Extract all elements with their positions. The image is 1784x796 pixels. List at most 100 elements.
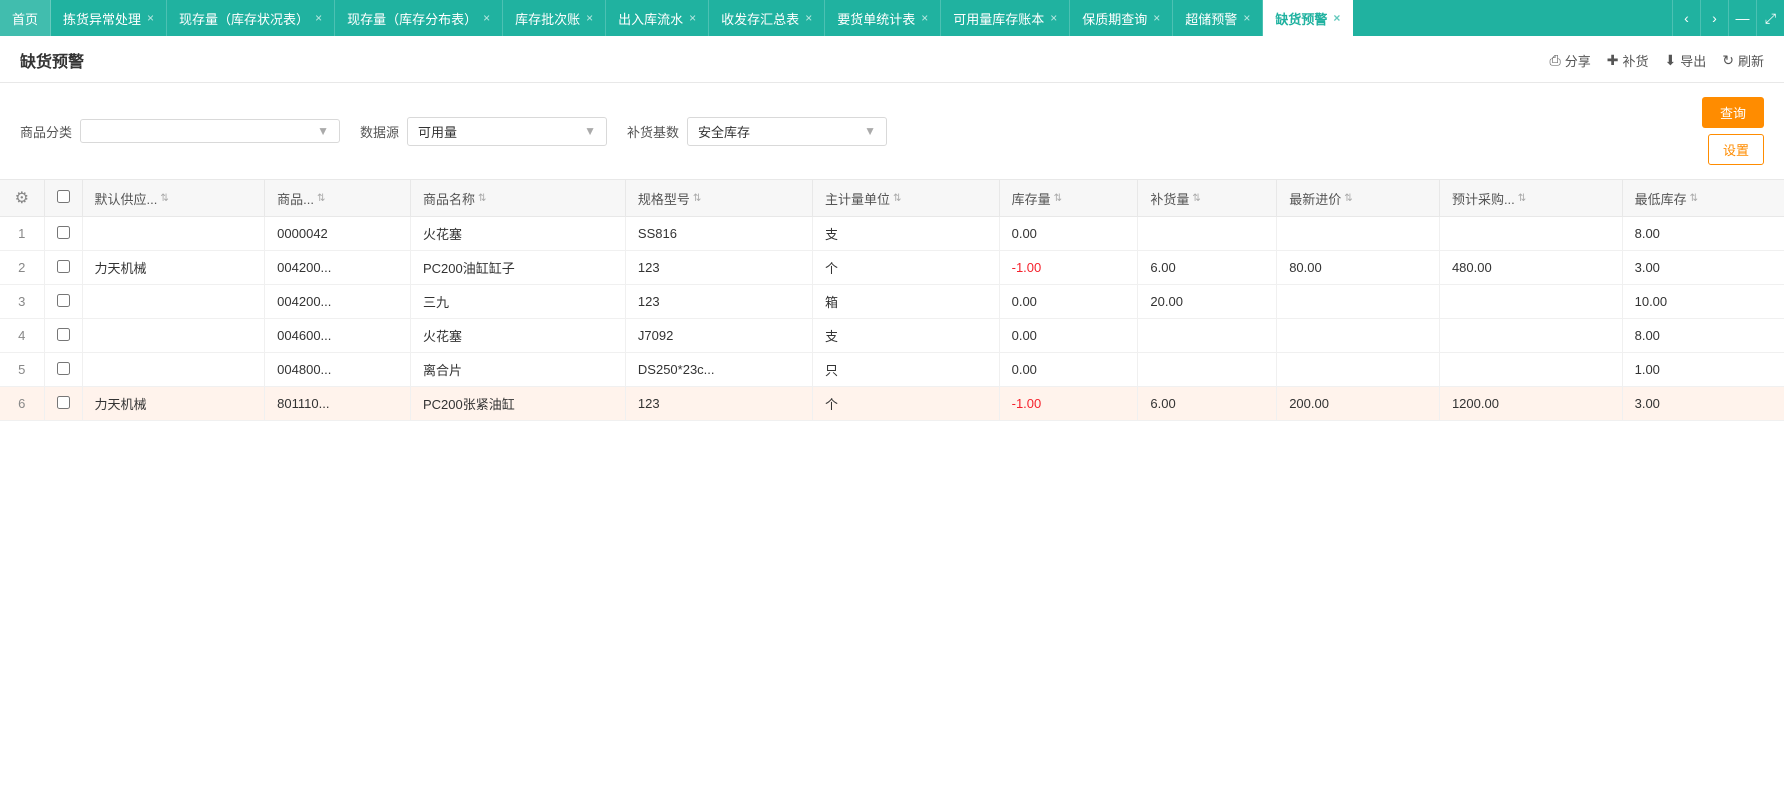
row-supplier-5 xyxy=(82,353,265,387)
page-title: 缺货预警 xyxy=(20,48,1550,72)
datasource-select[interactable]: 可用量 ▼ xyxy=(407,117,607,146)
row-replenish-qty-1 xyxy=(1138,217,1277,251)
tab-expiry-query[interactable]: 保质期查询 × xyxy=(1070,0,1173,36)
col-spec-header[interactable]: 规格型号 ⇅ xyxy=(625,180,812,217)
tab-batch-account[interactable]: 库存批次账 × xyxy=(503,0,606,36)
row-spec-4: J7092 xyxy=(625,319,812,353)
row-num-1: 1 xyxy=(0,217,44,251)
row-min-stock-2: 3.00 xyxy=(1622,251,1784,285)
row-latest-price-4 xyxy=(1277,319,1440,353)
table-row: 1 0000042 火花塞 SS816 支 0.00 8.00 xyxy=(0,217,1784,251)
row-supplier-1 xyxy=(82,217,265,251)
filter-right-actions: 查询 设置 xyxy=(1702,97,1764,165)
close-tab-overstock[interactable]: × xyxy=(1243,11,1250,25)
close-tab-exception[interactable]: × xyxy=(147,11,154,25)
close-tab-stock-dist[interactable]: × xyxy=(483,11,490,25)
tab-inout-flow[interactable]: 出入库流水 × xyxy=(606,0,709,36)
close-tab-inout-flow[interactable]: × xyxy=(689,11,696,25)
row-min-stock-3: 10.00 xyxy=(1622,285,1784,319)
tab-shortage[interactable]: 缺货预警 × xyxy=(1263,0,1353,36)
row-spec-1: SS816 xyxy=(625,217,812,251)
share-button[interactable]: ⎙ 分享 xyxy=(1550,51,1591,70)
row-est-purchase-3 xyxy=(1439,285,1622,319)
settings-button[interactable]: 设置 xyxy=(1708,134,1764,165)
table-header-row: ⚙ 默认供应... ⇅ 商品... ⇅ xyxy=(0,180,1784,217)
row-unit-4: 支 xyxy=(812,319,999,353)
close-tab-available-ledger[interactable]: × xyxy=(1050,11,1057,25)
col-product-code-header[interactable]: 商品... ⇅ xyxy=(265,180,411,217)
col-product-name-header[interactable]: 商品名称 ⇅ xyxy=(411,180,626,217)
tab-expand[interactable]: ⤢ xyxy=(1756,0,1784,36)
row-select-3[interactable] xyxy=(57,294,70,307)
category-dropdown-arrow: ▼ xyxy=(317,124,329,138)
col-checkbox-header xyxy=(44,180,82,217)
select-all-checkbox[interactable] xyxy=(57,190,70,203)
col-unit-header[interactable]: 主计量单位 ⇅ xyxy=(812,180,999,217)
refresh-button[interactable]: ↻ 刷新 xyxy=(1722,51,1764,70)
row-spec-6: 123 xyxy=(625,387,812,421)
row-select-5[interactable] xyxy=(57,362,70,375)
row-min-stock-4: 8.00 xyxy=(1622,319,1784,353)
col-latest-price-header[interactable]: 最新进价 ⇅ xyxy=(1277,180,1440,217)
row-select-1[interactable] xyxy=(57,226,70,239)
row-replenish-qty-2: 6.00 xyxy=(1138,251,1277,285)
close-tab-batch-account[interactable]: × xyxy=(586,11,593,25)
row-est-purchase-6: 1200.00 xyxy=(1439,387,1622,421)
datasource-label: 数据源 xyxy=(360,122,399,141)
tab-minimize[interactable]: — xyxy=(1728,0,1756,36)
col-supplier-header[interactable]: 默认供应... ⇅ xyxy=(82,180,265,217)
row-latest-price-2: 80.00 xyxy=(1277,251,1440,285)
close-tab-receive-summary[interactable]: × xyxy=(805,11,812,25)
tab-available-ledger[interactable]: 可用量库存账本 × xyxy=(941,0,1070,36)
row-product-name-1: 火花塞 xyxy=(411,217,626,251)
row-select-4[interactable] xyxy=(57,328,70,341)
row-replenish-qty-6: 6.00 xyxy=(1138,387,1277,421)
tab-scroll-left[interactable]: ‹ xyxy=(1672,0,1700,36)
close-tab-stock-status[interactable]: × xyxy=(315,11,322,25)
tab-nav-buttons: ‹ › — ⤢ xyxy=(1672,0,1784,36)
unit-sort-icon: ⇅ xyxy=(893,193,901,204)
datasource-filter-group: 数据源 可用量 ▼ xyxy=(360,117,607,146)
row-unit-2: 个 xyxy=(812,251,999,285)
col-est-purchase-header[interactable]: 预计采购... ⇅ xyxy=(1439,180,1622,217)
row-unit-5: 只 xyxy=(812,353,999,387)
tab-scroll-right[interactable]: › xyxy=(1700,0,1728,36)
col-min-stock-header[interactable]: 最低库存 ⇅ xyxy=(1622,180,1784,217)
share-icon: ⎙ xyxy=(1550,52,1561,69)
row-latest-price-1 xyxy=(1277,217,1440,251)
tab-stock-dist[interactable]: 现存量（库存分布表） × xyxy=(335,0,503,36)
close-tab-order-stats[interactable]: × xyxy=(921,11,928,25)
export-button[interactable]: ⬇ 导出 xyxy=(1665,51,1707,70)
row-stock-5: 0.00 xyxy=(999,353,1138,387)
row-min-stock-1: 8.00 xyxy=(1622,217,1784,251)
row-product-code-4: 004600... xyxy=(265,319,411,353)
category-select[interactable]: ▼ xyxy=(80,119,340,143)
tab-exception[interactable]: 拣货异常处理 × xyxy=(51,0,167,36)
datasource-value: 可用量 xyxy=(418,122,457,141)
replenish-base-select[interactable]: 安全库存 ▼ xyxy=(687,117,887,146)
row-replenish-qty-3: 20.00 xyxy=(1138,285,1277,319)
replenish-base-label: 补货基数 xyxy=(627,122,679,141)
tab-home[interactable]: 首页 xyxy=(0,0,51,36)
header-actions: ⎙ 分享 ✚ 补货 ⬇ 导出 ↻ 刷新 xyxy=(1550,51,1764,70)
col-replenish-qty-header[interactable]: 补货量 ⇅ xyxy=(1138,180,1277,217)
tab-receive-summary[interactable]: 收发存汇总表 × xyxy=(709,0,825,36)
tab-stock-status[interactable]: 现存量（库存状况表） × xyxy=(167,0,335,36)
settings-gear-icon[interactable]: ⚙ xyxy=(15,190,29,207)
row-unit-6: 个 xyxy=(812,387,999,421)
close-tab-shortage[interactable]: × xyxy=(1333,11,1340,25)
tab-order-stats[interactable]: 要货单统计表 × xyxy=(825,0,941,36)
col-stock-header[interactable]: 库存量 ⇅ xyxy=(999,180,1138,217)
supplier-sort-icon: ⇅ xyxy=(160,193,168,204)
row-supplier-6: 力天机械 xyxy=(82,387,265,421)
row-num-5: 5 xyxy=(0,353,44,387)
query-button[interactable]: 查询 xyxy=(1702,97,1764,128)
row-latest-price-3 xyxy=(1277,285,1440,319)
row-checkbox-6 xyxy=(44,387,82,421)
row-select-2[interactable] xyxy=(57,260,70,273)
replenish-icon: ✚ xyxy=(1607,52,1619,69)
row-select-6[interactable] xyxy=(57,396,70,409)
tab-overstock[interactable]: 超储预警 × xyxy=(1173,0,1263,36)
replenish-button[interactable]: ✚ 补货 xyxy=(1607,51,1649,70)
close-tab-expiry-query[interactable]: × xyxy=(1153,11,1160,25)
